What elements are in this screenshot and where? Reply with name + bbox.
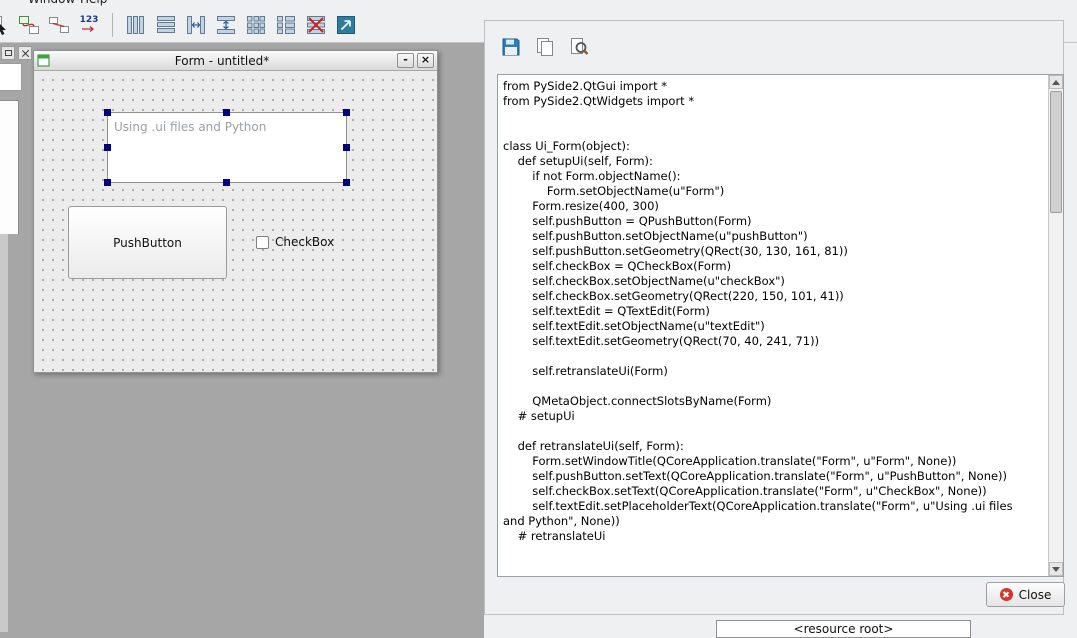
checkbox-widget[interactable]: CheckBox [256, 234, 334, 250]
float-icon [5, 50, 12, 56]
layout-horizontally-icon [125, 14, 147, 36]
pushbutton-widget[interactable]: PushButton [68, 206, 227, 279]
edit-buddies-button[interactable] [44, 11, 74, 39]
checkbox-indicator-icon[interactable] [256, 236, 269, 249]
menubar: Window Help [0, 0, 1077, 7]
layout-vertically-in-splitter-button[interactable] [211, 11, 241, 39]
edit-tab-order-button[interactable]: 123 [74, 11, 104, 39]
form-window-title: Form - untitled* [50, 54, 394, 68]
toolbar-separator [112, 13, 113, 37]
selection-handle[interactable] [223, 179, 230, 186]
dock-close-button[interactable] [18, 46, 32, 60]
layout-vertically-button[interactable] [151, 11, 181, 39]
close-circle-icon [1000, 588, 1013, 601]
find-button[interactable] [565, 33, 593, 61]
code-dialog-toolbar [497, 33, 593, 61]
edit-signals-slots-icon [18, 14, 40, 36]
edit-widgets-icon [0, 14, 10, 36]
edit-signals-slots-button[interactable] [14, 11, 44, 39]
resource-root-item[interactable]: <resource root> [716, 620, 971, 638]
layout-in-form-button[interactable] [271, 11, 301, 39]
widgetbox-filter-remnant[interactable] [0, 63, 22, 91]
layout-vertically-icon [155, 14, 177, 36]
form-window-titlebar[interactable]: Form - untitled* - × [34, 51, 437, 71]
layout-vertically-in-splitter-icon [215, 14, 237, 36]
adjust-size-icon [335, 14, 357, 36]
scrollbar-thumb[interactable] [1050, 91, 1062, 213]
break-layout-icon [305, 14, 327, 36]
left-panel-edge [0, 234, 8, 632]
close-icon [21, 49, 29, 57]
form-minimize-button[interactable]: - [397, 53, 414, 68]
layout-horizontally-in-splitter-icon [185, 14, 207, 36]
menu-window[interactable]: Window [28, 0, 75, 6]
selection-handle[interactable] [343, 179, 350, 186]
view-code-dialog: from PySide2.QtGui import * from PySide2… [484, 20, 1064, 615]
save-icon [500, 36, 522, 58]
layout-in-form-icon [275, 14, 297, 36]
selection-handle[interactable] [343, 109, 350, 116]
layout-in-grid-button[interactable] [241, 11, 271, 39]
scroll-up-button[interactable] [1049, 75, 1063, 89]
edit-tab-order-icon: 123 [80, 16, 99, 25]
selection-handle[interactable] [104, 144, 111, 151]
break-layout-button[interactable] [301, 11, 331, 39]
menu-help[interactable]: Help [80, 0, 107, 6]
edit-widgets-button[interactable] [0, 11, 14, 39]
form-window-icon [37, 54, 50, 67]
textedit-widget[interactable]: Using .ui files and Python [107, 112, 347, 183]
copy-button[interactable] [531, 33, 559, 61]
checkbox-label: CheckBox [275, 235, 334, 249]
form-close-button[interactable]: × [417, 53, 434, 68]
layout-horizontally-button[interactable] [121, 11, 151, 39]
arrow-up-icon [1052, 80, 1060, 85]
generated-code-text: from PySide2.QtGui import * from PySide2… [503, 79, 1045, 544]
dock-titlebar-controls [1, 46, 32, 60]
selection-handle[interactable] [343, 144, 350, 151]
layout-in-grid-icon [245, 14, 267, 36]
dialog-close-button[interactable]: Close [986, 582, 1065, 607]
save-button[interactable] [497, 33, 525, 61]
selection-handle[interactable] [223, 109, 230, 116]
widgetbox-list-remnant[interactable] [0, 100, 19, 234]
vertical-scrollbar[interactable] [1048, 75, 1063, 576]
adjust-size-button[interactable] [331, 11, 361, 39]
scroll-down-button[interactable] [1049, 562, 1063, 576]
copy-icon [534, 36, 556, 58]
close-button-label: Close [1019, 588, 1052, 602]
layout-horizontally-in-splitter-button[interactable] [181, 11, 211, 39]
find-icon [568, 36, 590, 58]
selection-handle[interactable] [104, 179, 111, 186]
edit-buddies-icon [48, 14, 70, 36]
textedit-placeholder: Using .ui files and Python [114, 120, 266, 134]
tab-order-arrow-icon [81, 25, 97, 33]
selection-handle[interactable] [104, 109, 111, 116]
form-canvas[interactable]: Using .ui files and Python PushButton Ch… [34, 71, 437, 372]
code-editor[interactable]: from PySide2.QtGui import * from PySide2… [497, 74, 1064, 577]
arrow-down-icon [1052, 567, 1060, 572]
qt-designer-screen: Window Help 123 [0, 0, 1077, 638]
dock-float-button[interactable] [1, 46, 15, 60]
form-designer-window: Form - untitled* - × Using .ui files and… [33, 50, 438, 373]
